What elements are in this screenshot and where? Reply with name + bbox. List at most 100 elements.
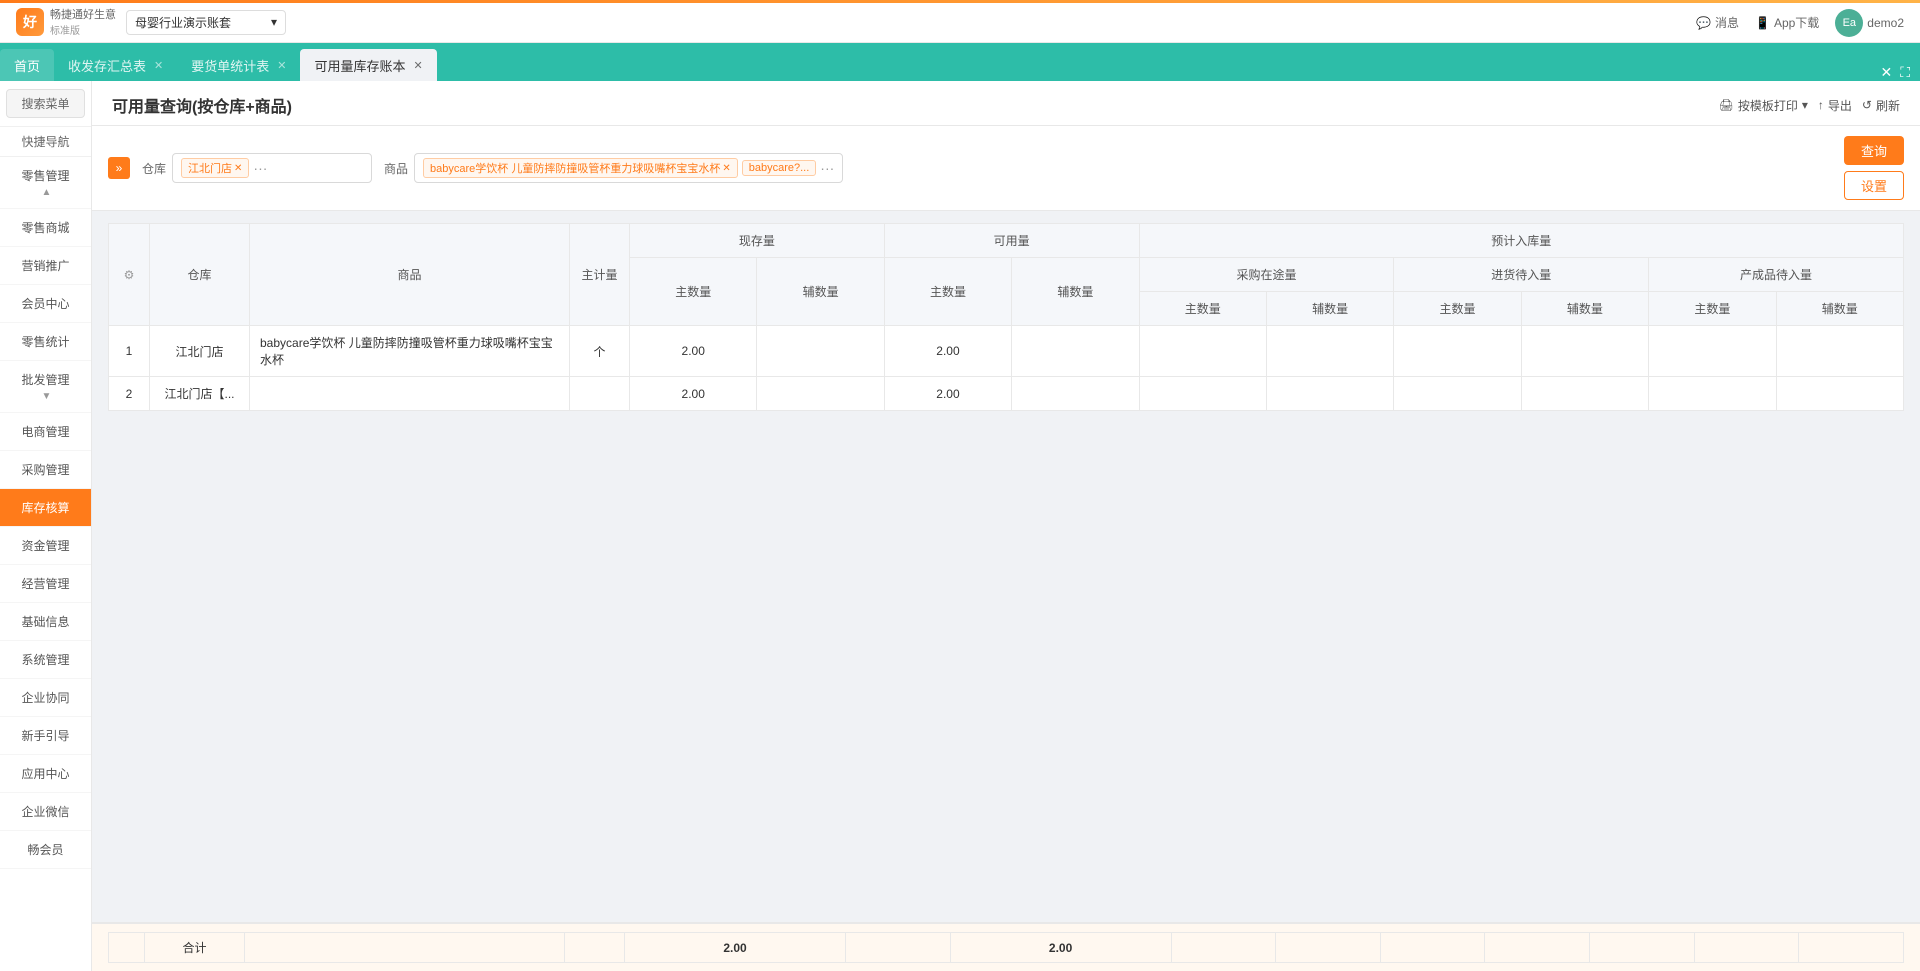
th-current-main: 主数量 bbox=[630, 258, 757, 326]
product-filter-label: 商品 bbox=[384, 160, 408, 177]
sidebar-item-wholesale-mgmt[interactable]: 批发管理▼ bbox=[0, 361, 91, 413]
sidebar-item-arrow-retail-mgmt: ▲ bbox=[42, 187, 52, 198]
username-label: demo2 bbox=[1867, 16, 1904, 30]
td-pa-aux bbox=[1521, 377, 1648, 411]
sidebar-item-basic-info[interactable]: 基础信息 bbox=[0, 603, 91, 641]
footer-available-aux bbox=[1171, 933, 1276, 963]
sidebar-item-retail-stats[interactable]: 零售统计 bbox=[0, 323, 91, 361]
logo-text-area: 畅捷通好生意 标准版 bbox=[50, 8, 116, 37]
td-product bbox=[250, 377, 570, 411]
top-bar-right: 💬 消息 📱 App下载 Ea demo2 bbox=[1696, 9, 1904, 37]
sidebar-item-purchase-mgmt[interactable]: 采购管理 bbox=[0, 451, 91, 489]
query-btn[interactable]: 查询 bbox=[1844, 136, 1904, 165]
message-label: 消息 bbox=[1715, 14, 1739, 31]
warehouse-tag-0: 江北门店 ✕ bbox=[181, 158, 249, 178]
table-body: 1江北门店babycare学饮杯 儿童防摔防撞吸管杯重力球吸嘴杯宝宝水杯个2.0… bbox=[109, 326, 1904, 411]
logo-text: 畅捷通好生意 bbox=[50, 8, 116, 22]
sidebar-item-label-new-guide: 新手引导 bbox=[21, 727, 69, 744]
table-row: 2江北门店【...2.002.00 bbox=[109, 377, 1904, 411]
sidebar-item-retail-mgmt[interactable]: 零售管理 ▲ bbox=[0, 157, 91, 209]
td-pt-main bbox=[1139, 326, 1266, 377]
mobile-icon: 📱 bbox=[1755, 16, 1770, 30]
tab-available-stock[interactable]: 可用量库存账本 ✕ bbox=[300, 49, 436, 81]
main-layout: 搜索菜单 快捷导航 零售管理 ▲ 零售商城营销推广会员中心零售统计批发管理▼电商管理… bbox=[0, 81, 1920, 971]
search-menu-btn[interactable]: 搜索菜单 bbox=[6, 89, 85, 118]
td-current-main: 2.00 bbox=[630, 326, 757, 377]
company-selector[interactable]: 母婴行业演示账套 ▾ bbox=[126, 10, 286, 35]
tab-order-stats[interactable]: 要货单统计表 ✕ bbox=[177, 49, 300, 81]
logo-icon: 好 bbox=[16, 8, 44, 36]
sidebar-item-ecommerce[interactable]: 电商管理 bbox=[0, 413, 91, 451]
warehouse-filter-input[interactable]: 江北门店 ✕ ··· bbox=[172, 153, 372, 183]
sidebar-item-operations[interactable]: 经营管理 bbox=[0, 565, 91, 603]
close-tab-icon[interactable]: ✕ bbox=[1880, 64, 1892, 81]
td-current-main: 2.00 bbox=[630, 377, 757, 411]
page-header: 可用量查询(按仓库+商品) 🖨 按模板打印 ▾ ↑ 导出 ↺ 刷新 bbox=[92, 81, 1920, 126]
th-production-pending: 产成品待入量 bbox=[1649, 258, 1904, 292]
th-product: 商品 bbox=[250, 224, 570, 326]
footer-pt-main bbox=[1276, 933, 1381, 963]
tab-available-stock-label: 可用量库存账本 bbox=[314, 56, 405, 75]
printer-icon: 🖨 bbox=[1719, 98, 1734, 112]
sidebar-item-marketing[interactable]: 营销推广 bbox=[0, 247, 91, 285]
td-main-unit bbox=[570, 377, 630, 411]
sidebar-item-member-center[interactable]: 会员中心 bbox=[0, 285, 91, 323]
app-download-btn[interactable]: 📱 App下载 bbox=[1755, 14, 1819, 31]
quick-nav-btn[interactable]: 快捷导航 bbox=[0, 127, 91, 157]
export-btn[interactable]: ↑ 导出 bbox=[1818, 97, 1852, 114]
tab-order-stats-close[interactable]: ✕ bbox=[277, 59, 286, 72]
filter-expand-btn[interactable]: » bbox=[108, 157, 130, 179]
product-filter-input[interactable]: babycare学饮杯 儿童防摔防撞吸管杯重力球吸嘴杯宝宝水杯 ✕ babyca… bbox=[414, 153, 843, 183]
td-pp-aux bbox=[1776, 326, 1903, 377]
template-print-btn[interactable]: 🖨 按模板打印 ▾ bbox=[1719, 97, 1808, 114]
td-pt-aux bbox=[1266, 326, 1393, 377]
product-tag-1: babycare?... bbox=[742, 160, 817, 176]
th-row-num: ⚙ bbox=[109, 224, 150, 326]
sidebar-item-retail-mall[interactable]: 零售商城 bbox=[0, 209, 91, 247]
sidebar-item-label-system-mgmt: 系统管理 bbox=[21, 651, 69, 668]
filter-area: » 仓库 江北门店 ✕ ··· 商品 babycare学饮杯 儿童防摔防撞吸管杯… bbox=[92, 126, 1920, 211]
td-available-aux bbox=[1012, 377, 1139, 411]
nav-tabs-right: ✕ ⛶ bbox=[1880, 64, 1920, 81]
sidebar-item-finance[interactable]: 资金管理 bbox=[0, 527, 91, 565]
maximize-icon[interactable]: ⛶ bbox=[1900, 64, 1910, 81]
sidebar-item-label-enterprise-wechat: 企业微信 bbox=[21, 803, 69, 820]
tab-receive-summary-close[interactable]: ✕ bbox=[154, 59, 163, 72]
warehouse-tag-0-close[interactable]: ✕ bbox=[234, 163, 242, 174]
tab-receive-summary[interactable]: 收发存汇总表 ✕ bbox=[54, 49, 177, 81]
td-pp-main bbox=[1649, 377, 1776, 411]
sidebar-item-label-retail-stats: 零售统计 bbox=[21, 333, 69, 350]
chevron-down-icon: ▾ bbox=[1802, 98, 1808, 112]
sidebar-item-inventory[interactable]: 库存核算 bbox=[0, 489, 91, 527]
gear-icon[interactable]: ⚙ bbox=[119, 265, 139, 285]
sidebar-item-enterprise-wechat[interactable]: 企业微信 bbox=[0, 793, 91, 831]
sidebar-item-label-basic-info: 基础信息 bbox=[21, 613, 69, 630]
sidebar-item-new-guide[interactable]: 新手引导 bbox=[0, 717, 91, 755]
tab-home[interactable]: 首页 bbox=[0, 49, 54, 81]
sidebar-item-label-marketing: 营销推广 bbox=[21, 257, 69, 274]
top-bar: 好 畅捷通好生意 标准版 母婴行业演示账套 ▾ 💬 消息 📱 App下载 Ea … bbox=[0, 3, 1920, 43]
sidebar-item-label-retail-mgmt: 零售管理 bbox=[21, 167, 69, 184]
tab-available-stock-close[interactable]: ✕ bbox=[414, 59, 423, 72]
user-area[interactable]: Ea demo2 bbox=[1835, 9, 1904, 37]
th-available-aux: 辅数量 bbox=[1012, 258, 1139, 326]
logo-area: 好 畅捷通好生意 标准版 bbox=[16, 8, 116, 37]
td-available-main: 2.00 bbox=[884, 326, 1011, 377]
td-pp-main bbox=[1649, 326, 1776, 377]
sidebar-item-app-center[interactable]: 应用中心 bbox=[0, 755, 91, 793]
td-pa-main bbox=[1394, 377, 1521, 411]
product-tag-0-close[interactable]: ✕ bbox=[722, 163, 730, 174]
sidebar-item-system-mgmt[interactable]: 系统管理 bbox=[0, 641, 91, 679]
sidebar-item-vip-member[interactable]: 畅会员 bbox=[0, 831, 91, 869]
logo-sub: 标准版 bbox=[50, 22, 116, 37]
message-btn[interactable]: 💬 消息 bbox=[1696, 14, 1739, 31]
settings-btn[interactable]: 设置 bbox=[1844, 171, 1904, 200]
td-warehouse: 江北门店【... bbox=[150, 377, 250, 411]
th-available-main: 主数量 bbox=[884, 258, 1011, 326]
sidebar-item-label-finance: 资金管理 bbox=[21, 537, 69, 554]
sidebar-item-enterprise-collab[interactable]: 企业协同 bbox=[0, 679, 91, 717]
footer-pa-main bbox=[1485, 933, 1590, 963]
td-pa-aux bbox=[1521, 326, 1648, 377]
refresh-btn[interactable]: ↺ 刷新 bbox=[1862, 97, 1900, 114]
content-area: 可用量查询(按仓库+商品) 🖨 按模板打印 ▾ ↑ 导出 ↺ 刷新 » bbox=[92, 81, 1920, 971]
